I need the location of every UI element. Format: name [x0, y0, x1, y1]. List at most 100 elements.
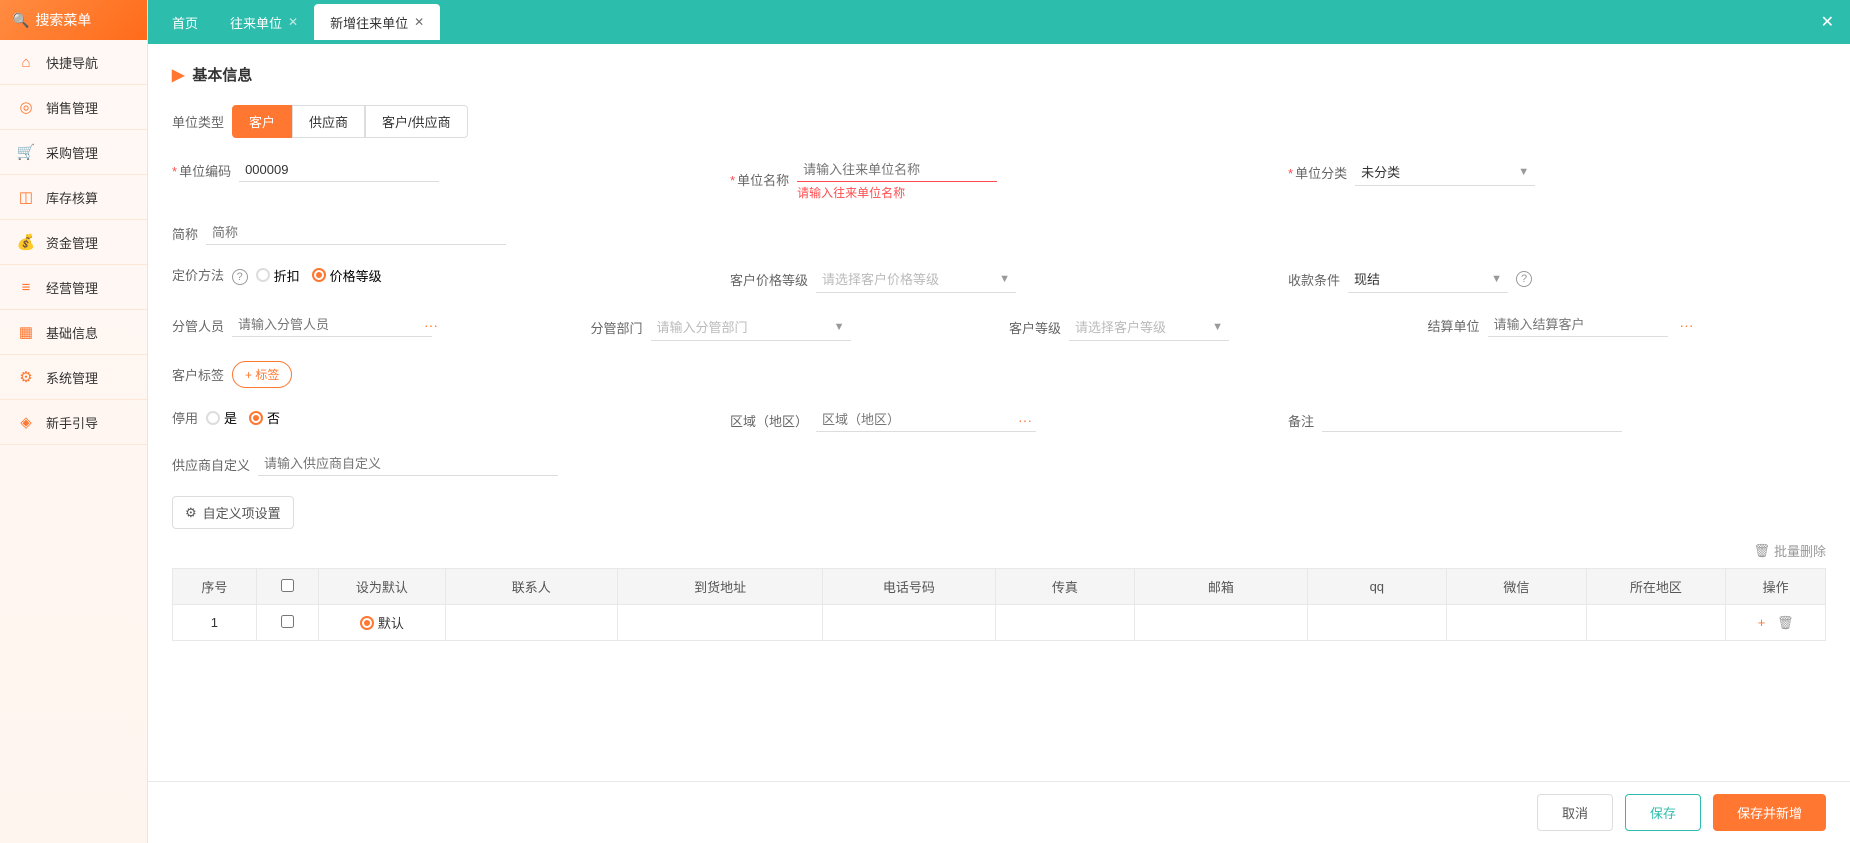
sidebar-item-operations[interactable]: ≡ 经营管理 — [0, 265, 147, 310]
address-input[interactable] — [670, 615, 770, 630]
cell-wechat[interactable] — [1447, 605, 1587, 641]
cell-address[interactable] — [617, 605, 822, 641]
pricing-discount-radio[interactable]: 折扣 — [256, 266, 300, 285]
batch-delete-btn[interactable]: 🗑 批量删除 — [1753, 541, 1826, 560]
tab-home[interactable]: 首页 — [156, 4, 214, 40]
operations-icon: ≡ — [16, 277, 36, 297]
add-row-btn[interactable]: + — [1758, 615, 1766, 630]
select-all-checkbox[interactable] — [281, 579, 294, 592]
col-region: 所在地区 — [1586, 569, 1726, 605]
qq-input[interactable] — [1347, 615, 1407, 630]
save-new-button[interactable]: 保存并新增 — [1713, 794, 1826, 831]
cell-qq[interactable] — [1307, 605, 1447, 641]
sidebar-item-sales[interactable]: ◎ 销售管理 — [0, 85, 147, 130]
manager-field: 分管人员 ··· — [172, 313, 571, 337]
batch-delete-icon: 🗑 — [1753, 543, 1770, 559]
disabled-no-radio[interactable]: 否 — [249, 408, 280, 427]
sidebar-item-label: 快捷导航 — [46, 53, 98, 72]
inventory-icon: ◫ — [16, 187, 36, 207]
sidebar-item-guide[interactable]: ◈ 新手引导 — [0, 400, 147, 445]
unit-category-field: *单位分类 未分类 ▼ — [1288, 158, 1826, 186]
sidebar-search[interactable]: 🔍 搜索菜单 — [0, 0, 147, 40]
customer-level-label: 客户等级 — [1009, 318, 1061, 337]
window-close-button[interactable]: ✕ — [1813, 8, 1842, 36]
row-checkbox[interactable] — [281, 615, 294, 628]
fax-input[interactable] — [1035, 615, 1095, 630]
manager-dots-btn[interactable]: ··· — [420, 317, 442, 333]
settlement-unit-input[interactable] — [1488, 313, 1676, 336]
alias-input[interactable] — [206, 221, 506, 245]
delete-row-btn[interactable]: 🗑 — [1777, 615, 1794, 630]
location-input[interactable] — [1626, 615, 1686, 630]
settlement-unit-dots-btn[interactable]: ··· — [1676, 317, 1698, 333]
system-icon: ⚙ — [16, 367, 36, 387]
unit-category-select[interactable]: 未分类 ▼ — [1355, 158, 1535, 186]
remark-input[interactable] — [1322, 408, 1622, 432]
alias-label: 简称 — [172, 224, 198, 243]
supplier-custom-input[interactable] — [258, 452, 558, 476]
disabled-region-row: 停用 是 否 区域（地区） — [172, 408, 1826, 432]
customer-price-level-select[interactable]: 请选择客户价格等级 ▼ — [816, 265, 1016, 293]
unit-code-input[interactable] — [239, 158, 439, 182]
payment-terms-help-icon[interactable]: ? — [1516, 271, 1532, 287]
tab-new-partner-close[interactable]: ✕ — [414, 15, 424, 29]
table-row: 1 默认 — [173, 605, 1826, 641]
cell-email[interactable] — [1135, 605, 1307, 641]
sidebar-item-finance[interactable]: 💰 资金管理 — [0, 220, 147, 265]
sidebar-item-quick-nav[interactable]: ⌂ 快捷导航 — [0, 40, 147, 85]
col-checkbox — [256, 569, 318, 605]
section-icon: ▶ — [172, 65, 184, 85]
department-select[interactable]: 请输入分管部门 ▼ — [651, 313, 851, 341]
default-radio[interactable]: 默认 — [331, 613, 432, 632]
settlement-unit-label: 结算单位 — [1428, 316, 1480, 335]
cell-contact[interactable] — [445, 605, 617, 641]
supplier-custom-label: 供应商自定义 — [172, 455, 250, 474]
unit-type-field: 单位类型 客户 供应商 客户/供应商 — [172, 105, 1826, 138]
contact-input[interactable] — [491, 615, 571, 630]
unit-name-label: *单位名称 — [730, 170, 789, 189]
add-tag-btn[interactable]: + 标签 — [232, 361, 292, 388]
unit-type-both-btn[interactable]: 客户/供应商 — [365, 105, 468, 138]
pricing-help-icon[interactable]: ? — [232, 269, 248, 285]
pricing-level-radio[interactable]: 价格等级 — [312, 266, 382, 285]
customer-level-select[interactable]: 请选择客户等级 ▼ — [1069, 313, 1229, 341]
cell-location[interactable] — [1586, 605, 1726, 641]
tab-partners-close[interactable]: ✕ — [288, 15, 298, 29]
manager-input[interactable] — [232, 313, 420, 336]
cell-phone[interactable] — [823, 605, 995, 641]
region-input[interactable] — [816, 408, 1014, 431]
tag-row: 客户标签 + 标签 — [172, 361, 1826, 388]
unit-type-customer-btn[interactable]: 客户 — [232, 105, 292, 138]
col-wechat: 微信 — [1447, 569, 1587, 605]
save-button[interactable]: 保存 — [1625, 794, 1701, 831]
sidebar-item-system[interactable]: ⚙ 系统管理 — [0, 355, 147, 400]
tab-partners[interactable]: 往来单位 ✕ — [214, 4, 314, 40]
wechat-input[interactable] — [1486, 615, 1546, 630]
region-dots-btn[interactable]: ··· — [1014, 412, 1036, 428]
unit-type-supplier-btn[interactable]: 供应商 — [292, 105, 365, 138]
table-header-row: 序号 设为默认 联系人 到货地址 电话号码 传真 邮箱 qq 微信 所在地区 操… — [173, 569, 1826, 605]
sales-icon: ◎ — [16, 97, 36, 117]
sidebar-item-purchase[interactable]: 🛒 采购管理 — [0, 130, 147, 175]
cell-fax[interactable] — [995, 605, 1135, 641]
col-address: 到货地址 — [617, 569, 822, 605]
sidebar-item-inventory[interactable]: ◫ 库存核算 — [0, 175, 147, 220]
unit-type-label: 单位类型 — [172, 112, 224, 131]
tab-new-partner[interactable]: 新增往来单位 ✕ — [314, 4, 440, 40]
payment-terms-field: 收款条件 现结 ▼ ? — [1288, 265, 1826, 293]
email-input[interactable] — [1181, 615, 1261, 630]
unit-name-input[interactable] — [797, 158, 997, 182]
remark-field: 备注 — [1288, 408, 1826, 432]
custom-setting-btn[interactable]: ⚙ 自定义项设置 — [172, 496, 294, 529]
sidebar-item-label: 新手引导 — [46, 413, 98, 432]
unit-type-group: 客户 供应商 客户/供应商 — [232, 105, 468, 138]
sidebar-item-basic[interactable]: ▦ 基础信息 — [0, 310, 147, 355]
supplier-custom-row: 供应商自定义 — [172, 452, 1826, 476]
phone-input[interactable] — [869, 615, 949, 630]
payment-terms-select[interactable]: 现结 ▼ — [1348, 265, 1508, 293]
col-qq: qq — [1307, 569, 1447, 605]
disabled-yes-radio[interactable]: 是 — [206, 408, 237, 427]
cancel-button[interactable]: 取消 — [1537, 794, 1613, 831]
unit-code-field: *单位编码 — [172, 158, 710, 182]
col-email: 邮箱 — [1135, 569, 1307, 605]
